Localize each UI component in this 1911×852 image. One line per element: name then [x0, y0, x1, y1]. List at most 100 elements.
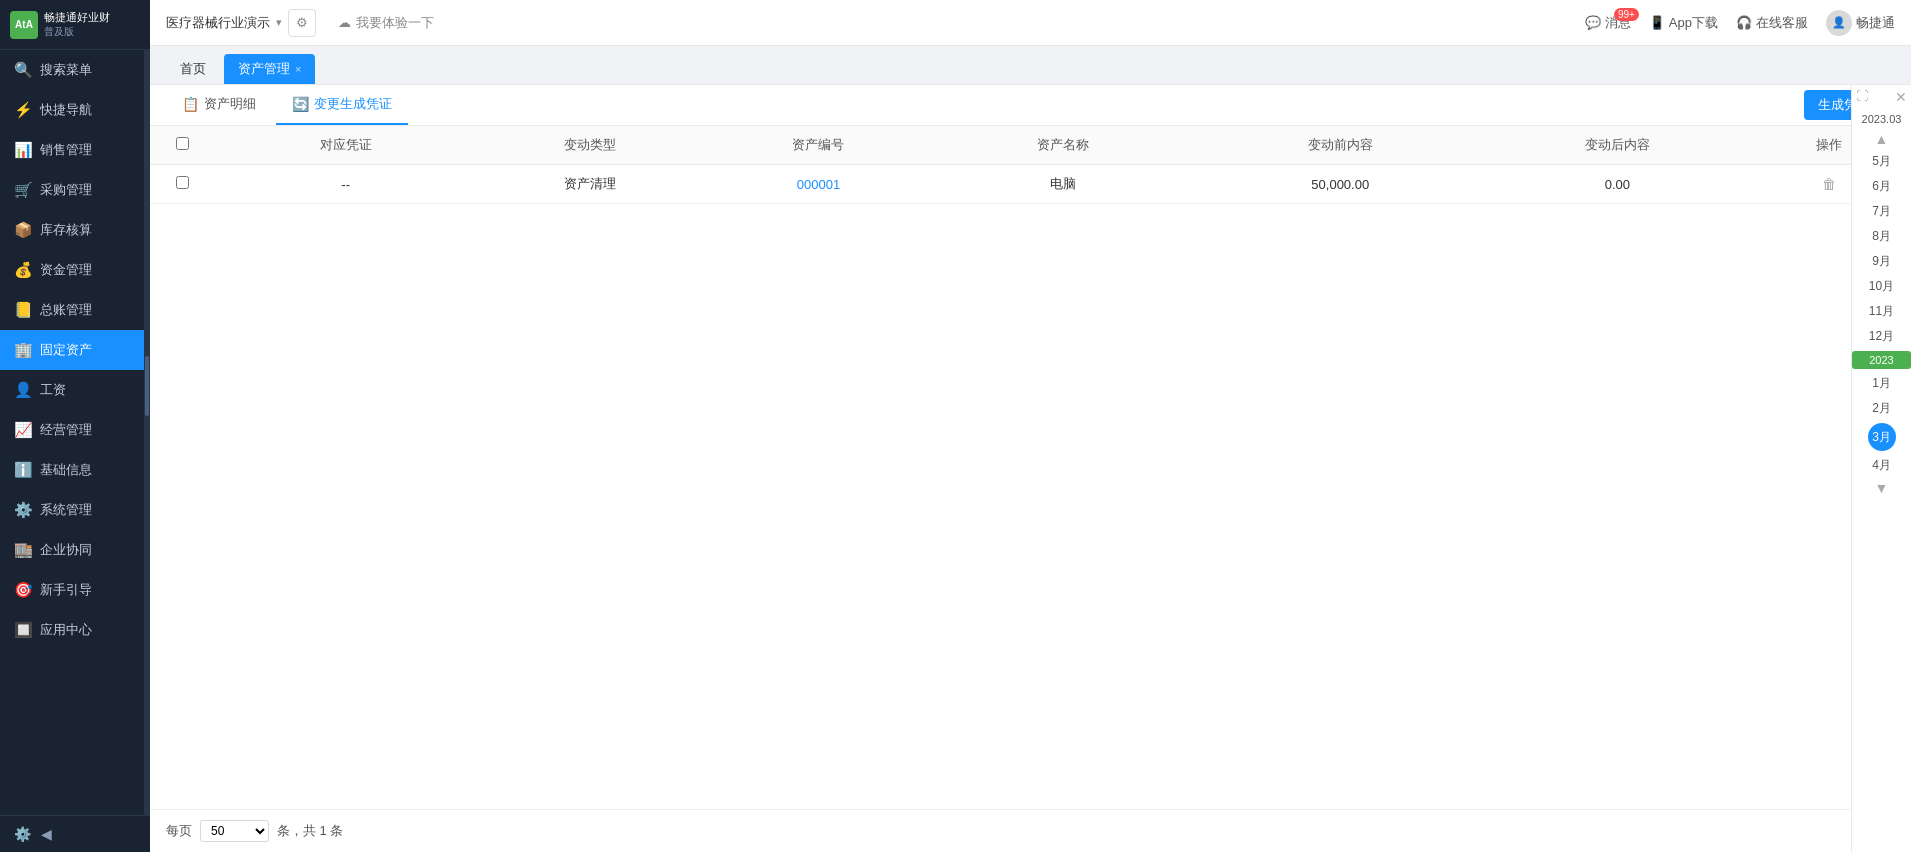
company-name: 医疗器械行业演示 [166, 14, 270, 32]
app-name: 畅捷通好业财 [44, 10, 110, 24]
header-settings-btn[interactable]: ⚙ [288, 9, 316, 37]
col-before-header: 变动前内容 [1194, 126, 1488, 165]
asset-code-link[interactable]: 000001 [797, 177, 840, 192]
calendar-next-btn[interactable]: ▼ [1852, 478, 1911, 498]
guide-icon: 🎯 [14, 581, 32, 599]
tab-asset-label: 资产管理 [238, 60, 290, 78]
sidebar-item-label: 总账管理 [40, 301, 92, 319]
sidebar-item-inventory[interactable]: 📦 库存核算 [0, 210, 144, 250]
cal-month-3-selected[interactable]: 3月 [1868, 423, 1896, 451]
row-after-change: 0.00 [1487, 165, 1748, 204]
sidebar-item-quick-nav[interactable]: ⚡ 快捷导航 [0, 90, 144, 130]
col-code-header: 资产编号 [704, 126, 932, 165]
funds-icon: 💰 [14, 261, 32, 279]
cal-month-10[interactable]: 10月 [1852, 274, 1911, 299]
collapse-icon[interactable]: ◀ [41, 826, 52, 842]
app-logo-icon: AtA [10, 11, 38, 39]
select-all-checkbox[interactable] [176, 137, 189, 150]
content-area: 📋 资产明细 🔄 变更生成凭证 生成凭证 ▾ [150, 85, 1911, 852]
cloud-icon: ☁ [338, 15, 351, 30]
sidebar-item-system[interactable]: ⚙️ 系统管理 [0, 490, 144, 530]
sidebar-item-label: 资金管理 [40, 261, 92, 279]
page-size-select[interactable]: 10 20 50 100 [200, 820, 269, 842]
username-label: 畅捷通 [1856, 14, 1895, 32]
company-dropdown-icon[interactable]: ▾ [276, 16, 282, 29]
row-checkbox[interactable] [176, 176, 189, 189]
app-download-label: App下载 [1669, 14, 1718, 32]
row-change-type: 资产清理 [476, 165, 704, 204]
row-voucher: -- [215, 165, 476, 204]
delete-row-btn[interactable]: 🗑 [1822, 176, 1836, 192]
cal-month-12[interactable]: 12月 [1852, 324, 1911, 349]
online-service-btn[interactable]: 🎧 在线客服 [1736, 14, 1808, 32]
quick-nav-icon: ⚡ [14, 101, 32, 119]
sidebar-item-guide[interactable]: 🎯 新手引导 [0, 570, 144, 610]
messages-btn[interactable]: 💬 消息 99+ [1585, 14, 1631, 32]
cal-month-2[interactable]: 2月 [1852, 396, 1911, 421]
sidebar: AtA 畅捷通好业财 普及版 🔍 搜索菜单 ⚡ 快捷导航 📊 销售管理 🛒 [0, 0, 150, 852]
tab-asset-detail-label: 资产明细 [204, 95, 256, 113]
sidebar-item-basic-info[interactable]: ℹ️ 基础信息 [0, 450, 144, 490]
sidebar-item-label: 工资 [40, 381, 66, 399]
sidebar-logo: AtA 畅捷通好业财 普及版 [0, 0, 150, 50]
table-row: -- 资产清理 000001 电脑 50,000.00 0.00 🗑 [150, 165, 1911, 204]
tab-close-icon[interactable]: × [295, 63, 301, 75]
message-icon: 💬 [1585, 15, 1601, 30]
sidebar-item-salary[interactable]: 👤 工资 [0, 370, 144, 410]
sidebar-item-ledger[interactable]: 📒 总账管理 [0, 290, 144, 330]
sidebar-item-label: 系统管理 [40, 501, 92, 519]
sidebar-item-fixed-assets[interactable]: 🏢 固定资产 [0, 330, 144, 370]
inner-tabs-bar: 📋 资产明细 🔄 变更生成凭证 生成凭证 ▾ [150, 85, 1911, 126]
sidebar-item-app-center[interactable]: 🔲 应用中心 [0, 610, 144, 650]
cal-month-8[interactable]: 8月 [1852, 224, 1911, 249]
search-icon: 🔍 [14, 61, 32, 79]
sidebar-scrollbar-thumb [145, 356, 149, 416]
col-after-header: 变动后内容 [1487, 126, 1748, 165]
cal-month-11[interactable]: 11月 [1852, 299, 1911, 324]
tab-home-label: 首页 [180, 60, 206, 78]
phone-icon: 📱 [1649, 15, 1665, 30]
sidebar-item-sales[interactable]: 📊 销售管理 [0, 130, 144, 170]
cal-month-6[interactable]: 6月 [1852, 174, 1911, 199]
experience-btn[interactable]: ☁ 我要体验一下 [338, 14, 434, 32]
per-page-label: 每页 [166, 822, 192, 840]
sidebar-item-label: 新手引导 [40, 581, 92, 599]
row-checkbox-cell [150, 165, 215, 204]
tab-home[interactable]: 首页 [166, 54, 220, 84]
col-checkbox-header [150, 126, 215, 165]
total-label: 条，共 1 条 [277, 822, 343, 840]
sidebar-nav: 🔍 搜索菜单 ⚡ 快捷导航 📊 销售管理 🛒 采购管理 📦 库存核算 💰 [0, 50, 144, 815]
user-menu-btn[interactable]: 👤 畅捷通 [1826, 10, 1895, 36]
cal-month-4[interactable]: 4月 [1852, 453, 1911, 478]
sidebar-item-operations[interactable]: 📈 经营管理 [0, 410, 144, 450]
tab-asset-management[interactable]: 资产管理 × [224, 54, 315, 84]
tab-change-voucher-label: 变更生成凭证 [314, 95, 392, 113]
online-service-label: 在线客服 [1756, 14, 1808, 32]
headphone-icon: 🎧 [1736, 15, 1752, 30]
cal-month-9[interactable]: 9月 [1852, 249, 1911, 274]
purchase-icon: 🛒 [14, 181, 32, 199]
sidebar-item-search[interactable]: 🔍 搜索菜单 [0, 50, 144, 90]
sidebar-item-label: 搜索菜单 [40, 61, 92, 79]
tab-change-voucher[interactable]: 🔄 变更生成凭证 [276, 85, 408, 125]
cal-month-5[interactable]: 5月 [1852, 149, 1911, 174]
sidebar-item-enterprise[interactable]: 🏬 企业协同 [0, 530, 144, 570]
header-right: 💬 消息 99+ 📱 App下载 🎧 在线客服 👤 畅捷通 [1585, 10, 1895, 36]
app-download-btn[interactable]: 📱 App下载 [1649, 14, 1718, 32]
gear-icon: ⚙ [296, 15, 308, 30]
cal-year-marker[interactable]: 2023 [1852, 351, 1911, 369]
sidebar-item-label: 企业协同 [40, 541, 92, 559]
tabs-bar: 首页 资产管理 × [150, 46, 1911, 85]
sidebar-item-funds[interactable]: 💰 资金管理 [0, 250, 144, 290]
tab-asset-detail[interactable]: 📋 资产明细 [166, 85, 272, 125]
cal-month-1[interactable]: 1月 [1852, 371, 1911, 396]
top-header: 医疗器械行业演示 ▾ ⚙ ☁ 我要体验一下 💬 消息 99+ 📱 App下载 🎧 [150, 0, 1911, 46]
cal-month-7[interactable]: 7月 [1852, 199, 1911, 224]
row-asset-code[interactable]: 000001 [704, 165, 932, 204]
settings-bottom-icon[interactable]: ⚙️ [14, 826, 31, 842]
enterprise-icon: 🏬 [14, 541, 32, 559]
sidebar-item-purchase[interactable]: 🛒 采购管理 [0, 170, 144, 210]
asset-detail-icon: 📋 [182, 96, 199, 112]
operations-icon: 📈 [14, 421, 32, 439]
calendar-prev-btn[interactable]: ▲ [1852, 129, 1911, 149]
